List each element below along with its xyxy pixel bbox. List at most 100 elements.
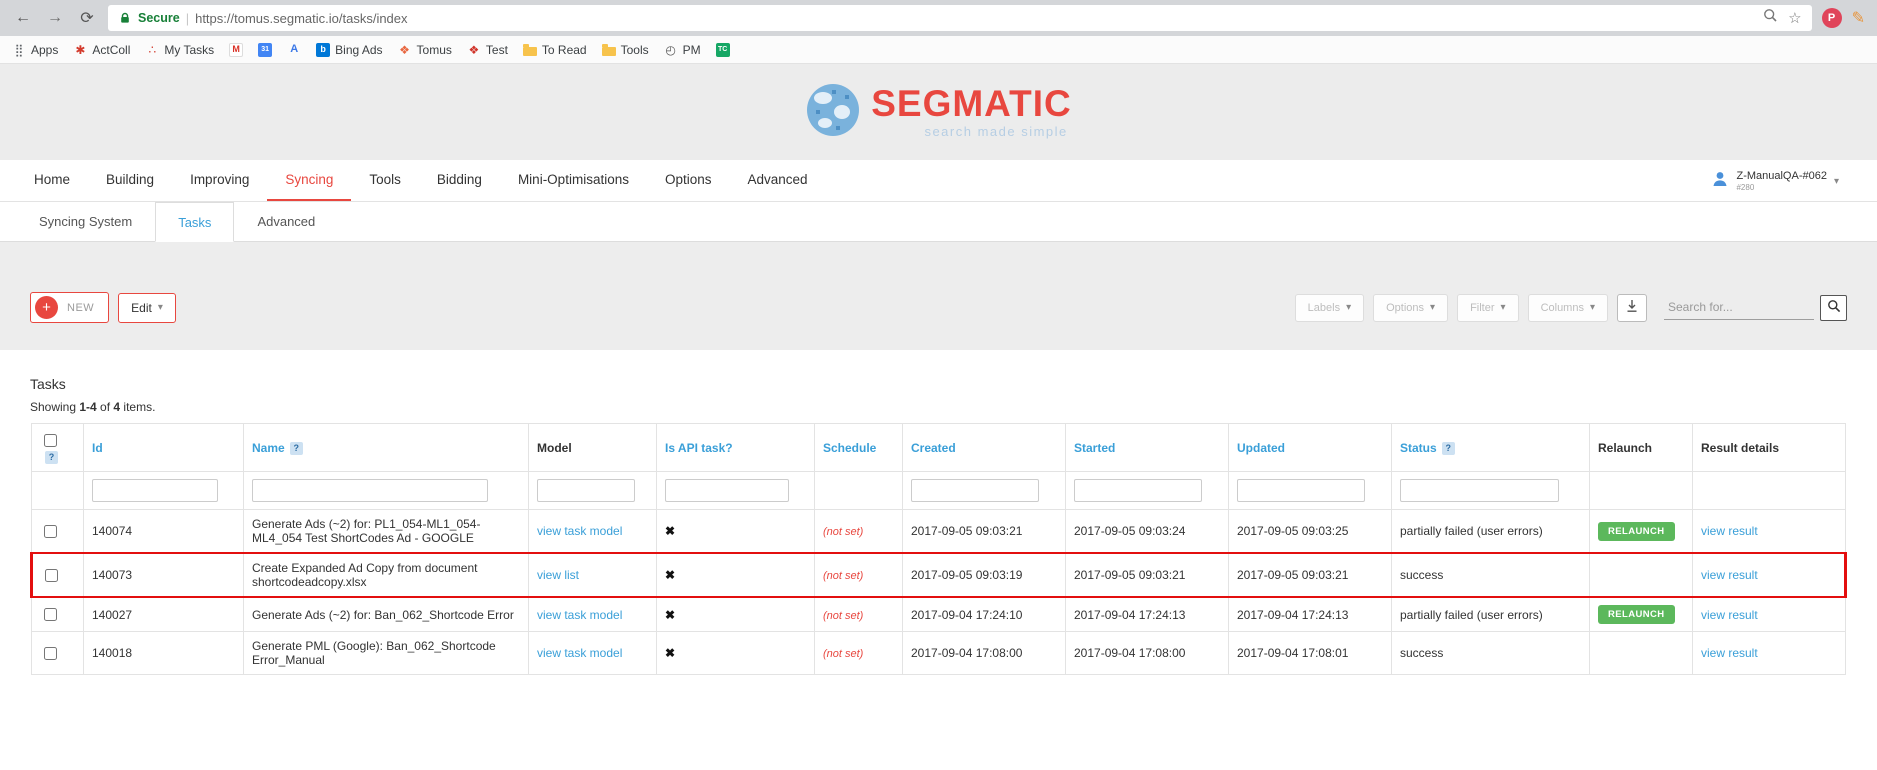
forward-icon[interactable]: → — [44, 9, 66, 27]
sort-schedule-link[interactable]: Schedule — [823, 441, 876, 455]
sort-updated-link[interactable]: Updated — [1237, 441, 1285, 455]
is-api-flag: ✖ — [656, 552, 815, 599]
bookmark-calendar[interactable]: 31 — [258, 42, 273, 57]
select-all-checkbox[interactable] — [44, 434, 57, 447]
view-result-link[interactable]: view result — [1701, 568, 1758, 582]
calendar-icon: 31 — [258, 42, 273, 57]
bookmark-tc[interactable]: TC — [715, 42, 730, 57]
cell-updated: 2017-09-04 17:24:13 — [1228, 596, 1392, 633]
filter-created-input[interactable] — [911, 479, 1040, 503]
download-button[interactable] — [1617, 293, 1647, 322]
bing-icon: b — [316, 42, 331, 57]
filter-status-input[interactable] — [1400, 479, 1560, 503]
nav-item-bidding[interactable]: Bidding — [419, 160, 500, 201]
help-icon[interactable]: ? — [289, 441, 303, 455]
sort-is-api-link[interactable]: Is API task? — [665, 441, 733, 455]
bookmark-apps[interactable]: ⣿ Apps — [12, 43, 59, 57]
nav-item-building[interactable]: Building — [88, 160, 172, 201]
filter-is-api-input[interactable] — [665, 479, 790, 503]
row-checkbox[interactable] — [44, 646, 57, 660]
bookmark-actcoll[interactable]: ✱ ActColl — [73, 43, 130, 57]
view-task-model-link[interactable]: view task model — [537, 646, 622, 660]
filter-dropdown[interactable]: Filter ▾ — [1457, 293, 1519, 322]
back-icon[interactable]: ← — [12, 9, 34, 27]
bookmark-analytics[interactable]: A — [287, 43, 301, 57]
tab-advanced[interactable]: Advanced — [234, 202, 338, 241]
col-header-name: Name? — [243, 422, 529, 473]
refresh-icon[interactable]: ⟳ — [76, 8, 98, 28]
nav-item-home[interactable]: Home — [16, 160, 88, 201]
view-result-link[interactable]: view result — [1701, 608, 1758, 622]
edit-button[interactable]: Edit ▾ — [118, 292, 176, 323]
cell-id: 140018 — [83, 631, 244, 676]
nav-item-options[interactable]: Options — [647, 160, 730, 201]
sort-name-link[interactable]: Name — [252, 441, 285, 455]
relaunch-button[interactable]: RELAUNCH — [1598, 521, 1675, 541]
options-dropdown[interactable]: Options ▾ — [1373, 293, 1449, 322]
view-task-model-link[interactable]: view task model — [537, 524, 622, 538]
view-task-model-link[interactable]: view task model — [537, 608, 622, 622]
zoom-icon[interactable] — [1763, 8, 1778, 28]
filter-name-input[interactable] — [252, 479, 488, 503]
view-list-link[interactable]: view list — [537, 568, 579, 582]
status-text: partially failed (user errors) — [1391, 596, 1590, 633]
bookmark-tools[interactable]: Tools — [601, 43, 649, 57]
view-result-link[interactable]: view result — [1701, 646, 1758, 660]
new-button[interactable]: + NEW — [30, 292, 110, 323]
address-bar[interactable]: Secure | https://tomus.segmatic.io/tasks… — [108, 5, 1812, 31]
segmatic-logo[interactable]: SEGMATIC search made simple — [805, 82, 1072, 143]
bookmark-pm[interactable]: ◴ PM — [664, 43, 700, 57]
row-checkbox[interactable] — [44, 608, 57, 622]
sort-created-link[interactable]: Created — [911, 441, 956, 455]
cell-name: Generate PML (Google): Ban_062_Shortcode… — [243, 631, 529, 676]
bookmark-test[interactable]: ❖ Test — [467, 43, 508, 57]
tasks-table: ? Id Name? Model Is API task? Schedule C… — [30, 422, 1847, 676]
filter-updated-input[interactable] — [1237, 479, 1366, 503]
bookmark-my-tasks[interactable]: ∴ My Tasks — [145, 43, 215, 57]
relaunch-button[interactable]: RELAUNCH — [1598, 605, 1675, 625]
cell-started: 2017-09-04 17:24:13 — [1065, 596, 1229, 633]
cell-started: 2017-09-04 17:08:00 — [1065, 631, 1229, 676]
row-checkbox[interactable] — [45, 568, 58, 582]
cell-name: Create Expanded Ad Copy from document sh… — [243, 552, 529, 599]
sort-status-link[interactable]: Status — [1400, 441, 1437, 455]
search-input[interactable] — [1664, 295, 1814, 320]
tab-tasks[interactable]: Tasks — [155, 202, 235, 242]
extension-p-icon[interactable]: P — [1821, 8, 1842, 28]
sort-started-link[interactable]: Started — [1074, 441, 1115, 455]
bookmark-bing-ads[interactable]: b Bing Ads — [316, 42, 383, 57]
search-button[interactable] — [1820, 294, 1847, 321]
bookmark-gmail[interactable]: M — [229, 42, 244, 57]
col-header-result: Result details — [1692, 422, 1846, 473]
tab-syncing-system[interactable]: Syncing System — [16, 202, 155, 241]
nav-item-syncing[interactable]: Syncing — [267, 160, 352, 201]
user-menu[interactable]: Z-ManualQA-#062 #280 ▾ — [1711, 160, 1839, 202]
cell-updated: 2017-09-04 17:08:01 — [1228, 631, 1392, 676]
schedule-not-set: (not set) — [823, 526, 864, 539]
help-icon[interactable]: ? — [1441, 441, 1455, 455]
table-row: 140027 Generate Ads (~2) for: Ban_062_Sh… — [31, 596, 1846, 633]
user-name: Z-ManualQA-#062 — [1736, 170, 1827, 183]
nav-item-advanced[interactable]: Advanced — [730, 160, 826, 201]
filter-id-input[interactable] — [92, 479, 218, 503]
chevron-down-icon: ▾ — [1430, 302, 1436, 313]
view-result-link[interactable]: view result — [1701, 524, 1758, 538]
sort-id-link[interactable]: Id — [92, 441, 103, 455]
labels-dropdown[interactable]: Labels ▾ — [1294, 293, 1365, 322]
tc-icon: TC — [715, 42, 730, 57]
nav-item-tools[interactable]: Tools — [351, 160, 419, 201]
columns-dropdown[interactable]: Columns ▾ — [1527, 293, 1608, 322]
row-checkbox[interactable] — [44, 524, 57, 538]
bookmark-tomus[interactable]: ❖ Tomus — [398, 43, 452, 57]
globe-icon — [805, 82, 861, 143]
extension-pencil-icon[interactable]: ✎ — [1852, 8, 1865, 28]
cell-created: 2017-09-05 09:03:19 — [902, 552, 1066, 599]
bookmark-star-icon[interactable]: ☆ — [1788, 9, 1801, 27]
help-icon[interactable]: ? — [45, 451, 58, 465]
bookmark-to-read[interactable]: To Read — [522, 43, 587, 57]
col-header-is-api: Is API task? — [656, 422, 815, 473]
nav-item-improving[interactable]: Improving — [172, 160, 267, 201]
filter-started-input[interactable] — [1074, 479, 1203, 503]
nav-item-mini-optimisations[interactable]: Mini-Optimisations — [500, 160, 647, 201]
filter-model-input[interactable] — [537, 479, 635, 503]
